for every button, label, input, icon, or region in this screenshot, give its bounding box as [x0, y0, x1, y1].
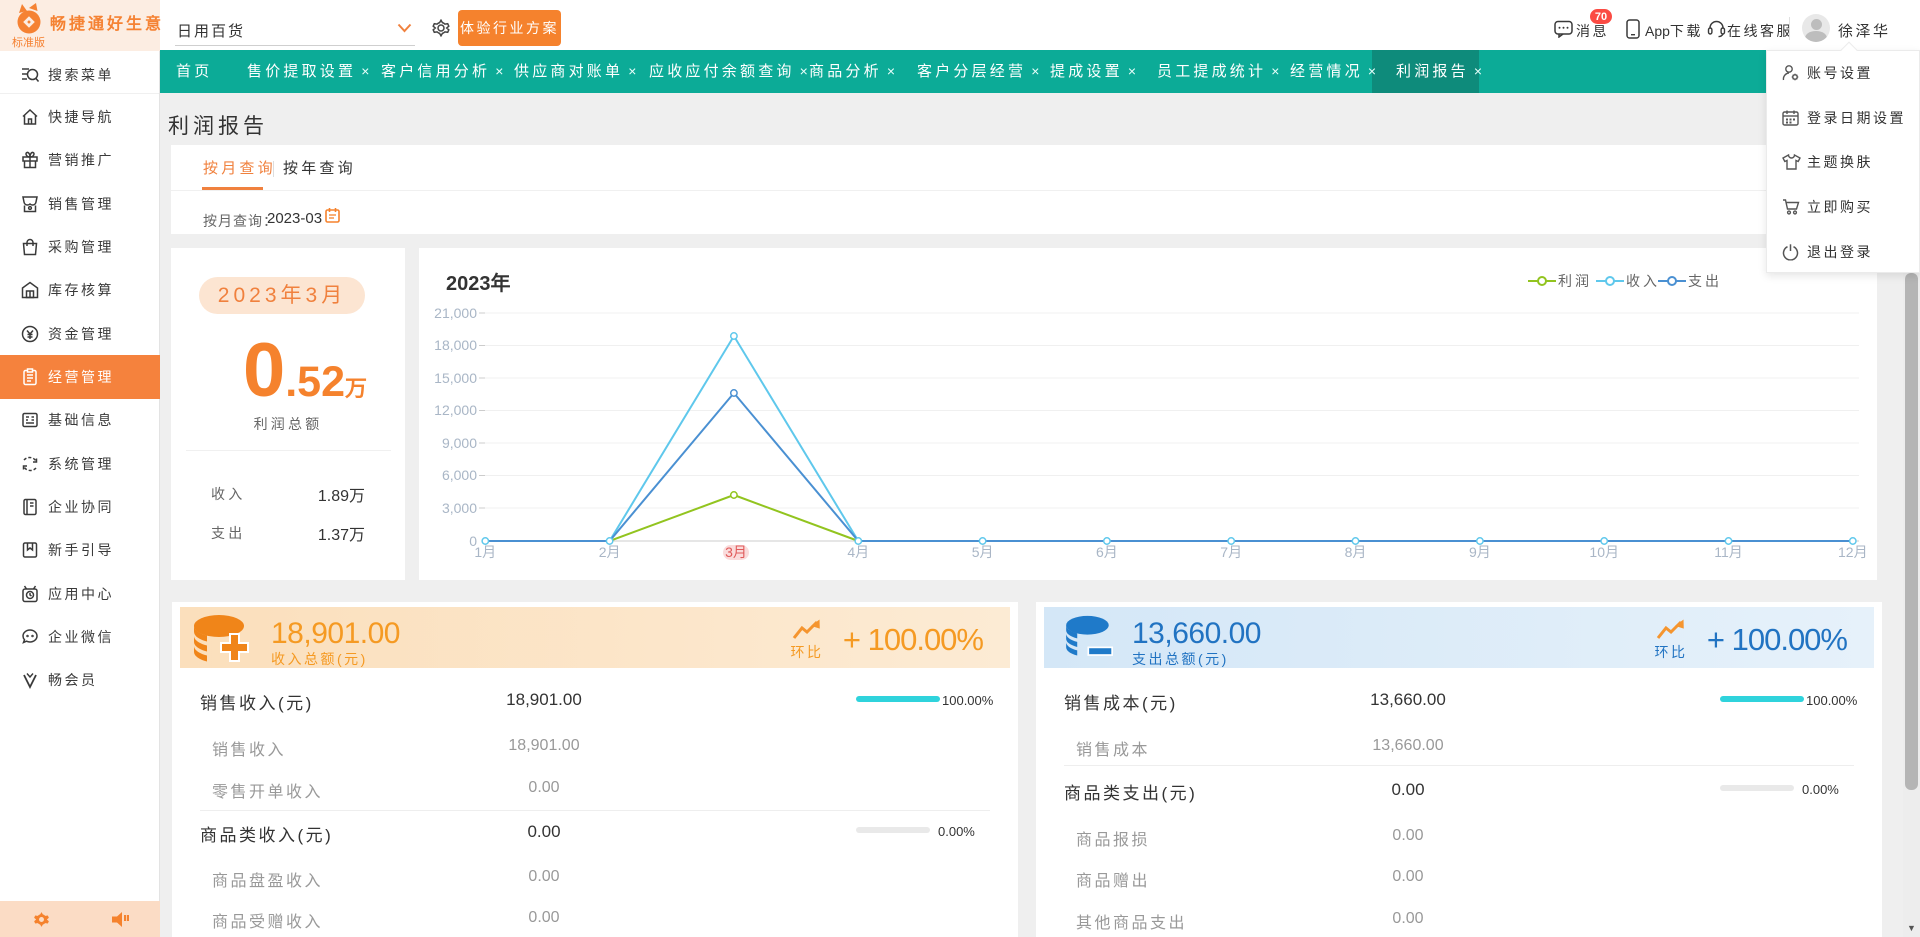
svg-text:10月: 10月 [1589, 544, 1619, 560]
svg-text:5月: 5月 [972, 544, 994, 560]
svg-text:8月: 8月 [1345, 544, 1367, 560]
svg-text:支出: 支出 [1688, 273, 1722, 289]
svg-text:2月: 2月 [599, 544, 621, 560]
svg-text:18,000: 18,000 [434, 337, 477, 353]
svg-text:1月: 1月 [474, 544, 496, 560]
svg-text:7月: 7月 [1220, 544, 1242, 560]
svg-text:12,000: 12,000 [434, 402, 477, 418]
svg-text:2023年: 2023年 [446, 271, 511, 295]
svg-text:3,000: 3,000 [442, 500, 477, 516]
svg-text:利润: 利润 [1558, 273, 1592, 289]
svg-text:4月: 4月 [847, 544, 869, 560]
svg-text:6,000: 6,000 [442, 467, 477, 483]
svg-text:3月: 3月 [725, 544, 747, 560]
svg-text:12月: 12月 [1838, 544, 1868, 560]
svg-text:21,000: 21,000 [434, 305, 477, 321]
svg-text:6月: 6月 [1096, 544, 1118, 560]
svg-text:15,000: 15,000 [434, 370, 477, 386]
svg-text:11月: 11月 [1714, 544, 1743, 560]
svg-text:9月: 9月 [1469, 544, 1491, 560]
svg-text:收入: 收入 [1626, 273, 1660, 289]
svg-text:9,000: 9,000 [442, 435, 477, 451]
